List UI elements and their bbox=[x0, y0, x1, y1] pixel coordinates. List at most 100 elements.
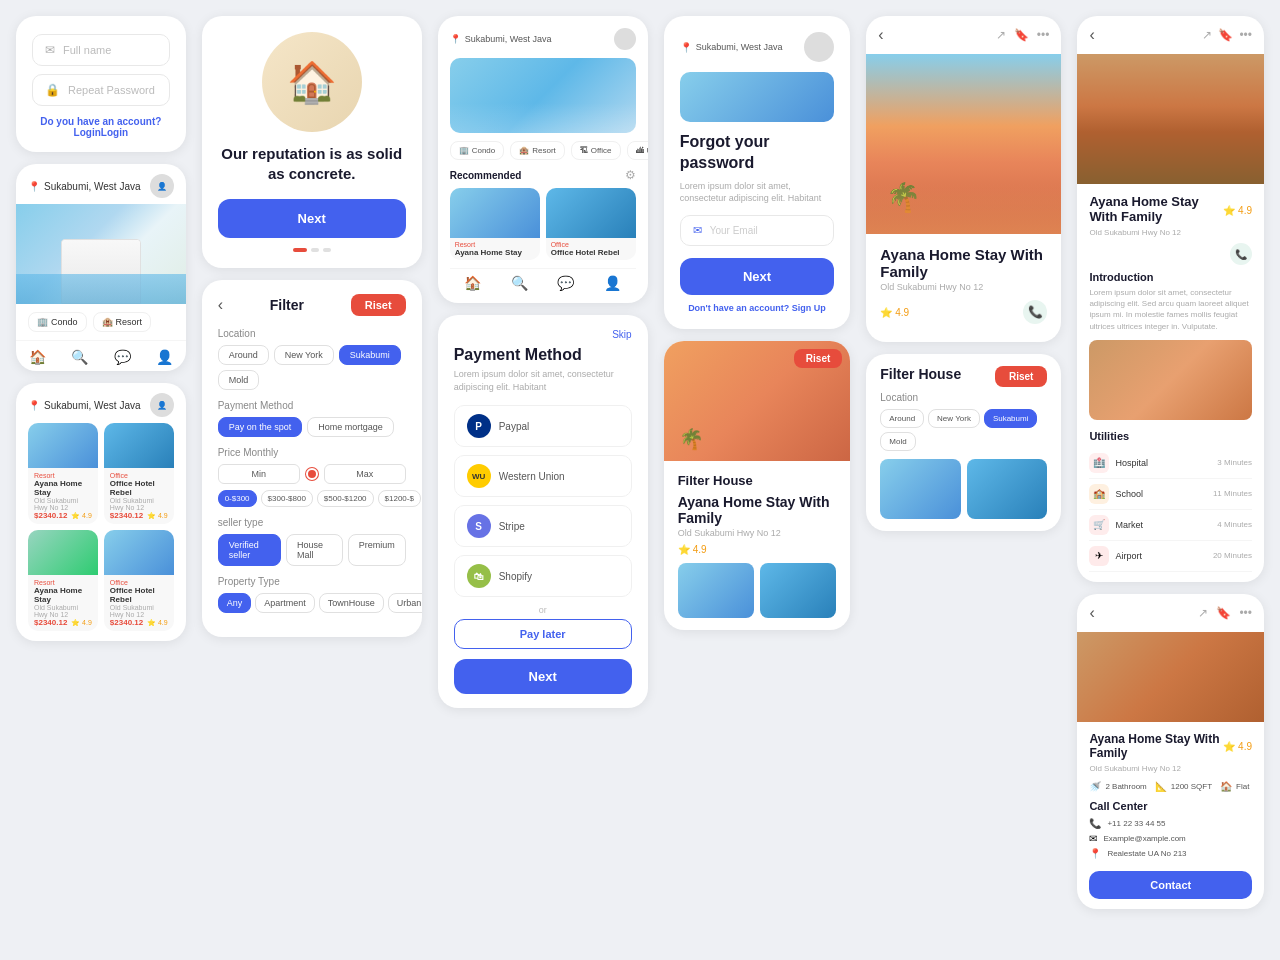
wu-option[interactable]: WU Western Union bbox=[454, 455, 632, 497]
bookmark-icon-2[interactable]: 🔖 bbox=[1216, 606, 1231, 620]
filter-house-button[interactable]: Riset bbox=[794, 349, 842, 368]
price-max-input[interactable]: Max bbox=[324, 464, 406, 484]
cat-office[interactable]: 🏗 Office bbox=[571, 141, 621, 160]
detail-name: Ayana Home Stay With Family bbox=[678, 494, 837, 526]
listing-type-1: Resort bbox=[34, 472, 92, 479]
payment-next-button[interactable]: Next bbox=[454, 659, 632, 694]
tag-any[interactable]: Any bbox=[218, 593, 252, 613]
rec-card-1[interactable]: Resort Ayana Home Stay bbox=[450, 188, 540, 260]
password-input[interactable]: 🔒 Repeat Password bbox=[32, 74, 170, 106]
search-nav-2[interactable]: 🔍 bbox=[511, 275, 528, 291]
location-2: 📍 Sukabumi, West Java bbox=[28, 400, 141, 411]
more-icon-3[interactable]: ••• bbox=[1239, 606, 1252, 620]
share-icon-2[interactable]: ↗ bbox=[1202, 28, 1212, 42]
airport-name: Airport bbox=[1115, 551, 1142, 561]
tag-housemall[interactable]: House Mall bbox=[286, 534, 343, 566]
search-nav-icon[interactable]: 🔍 bbox=[71, 349, 88, 365]
profile-nav-icon[interactable]: 👤 bbox=[156, 349, 173, 365]
paypal-option[interactable]: P Paypal bbox=[454, 405, 632, 447]
next-button[interactable]: Next bbox=[218, 199, 406, 238]
tag-premium[interactable]: Premium bbox=[348, 534, 406, 566]
tag-spot[interactable]: Pay on the spot bbox=[218, 417, 303, 437]
tag-mortgage[interactable]: Home mortgage bbox=[307, 417, 394, 437]
thumb-1[interactable] bbox=[678, 563, 754, 618]
chat-nav-icon[interactable]: 💬 bbox=[114, 349, 131, 365]
back-icon-2[interactable]: ‹ bbox=[878, 26, 883, 44]
fullname-input[interactable]: ✉ Full name bbox=[32, 34, 170, 66]
tag-mold[interactable]: Mold bbox=[218, 370, 260, 390]
thumb-2[interactable] bbox=[760, 563, 836, 618]
tag-apartment[interactable]: Apartment bbox=[255, 593, 315, 613]
listing-price-2: $2340.12 bbox=[110, 511, 143, 520]
seller-label: seller type bbox=[218, 517, 406, 528]
list-item[interactable]: Resort Ayana Home Stay Old Sukabumi Hwy … bbox=[28, 530, 98, 631]
detail3-name: Ayana Home Stay With Family bbox=[1089, 732, 1223, 760]
shopify-option[interactable]: 🛍 Shopify bbox=[454, 555, 632, 597]
email-input[interactable]: ✉ Your Email bbox=[680, 215, 835, 246]
back-icon-4[interactable]: ‹ bbox=[1089, 604, 1094, 622]
price-tag-2[interactable]: $300-$800 bbox=[261, 490, 313, 507]
address-row: 📍 Realestate UA No 213 bbox=[1089, 848, 1252, 859]
tag-townhouse[interactable]: TownHouse bbox=[319, 593, 384, 613]
rec-card-2[interactable]: Office Office Hotel Rebel bbox=[546, 188, 636, 260]
price-filter: Price Monthly Min Max 0-$300 $300-$800 $… bbox=[218, 447, 406, 507]
thumb-4[interactable] bbox=[967, 459, 1048, 519]
f2-mold[interactable]: Mold bbox=[880, 432, 915, 451]
tag-verified[interactable]: Verified seller bbox=[218, 534, 281, 566]
login-anchor[interactable]: Login bbox=[101, 127, 128, 138]
resort-pill[interactable]: 🏨 Resort bbox=[93, 312, 152, 332]
password-placeholder: Repeat Password bbox=[68, 84, 155, 96]
back-icon-3[interactable]: ‹ bbox=[1089, 26, 1094, 44]
cat-bottom-nav: 🏠 🔍 💬 👤 bbox=[450, 268, 636, 291]
list-item[interactable]: Office Office Hotel Rebel Old Sukabumi H… bbox=[104, 423, 174, 524]
price-tag-1[interactable]: 0-$300 bbox=[218, 490, 257, 507]
profile-nav-2[interactable]: 👤 bbox=[604, 275, 621, 291]
filter-house-label: Filter House bbox=[678, 473, 753, 488]
list-item[interactable]: Resort Ayana Home Stay Old Sukabumi Hwy … bbox=[28, 423, 98, 524]
cat-urban[interactable]: 🏙 Urban bbox=[627, 141, 648, 160]
forgot-next-button[interactable]: Next bbox=[680, 258, 835, 295]
home-nav-2[interactable]: 🏠 bbox=[464, 275, 481, 291]
phone-btn-2[interactable]: 📞 bbox=[1230, 243, 1252, 265]
cat-resort[interactable]: 🏨 Resort bbox=[510, 141, 565, 160]
more-icon[interactable]: ••• bbox=[1037, 28, 1050, 42]
contact-button[interactable]: Contact bbox=[1089, 871, 1252, 899]
tag-urban[interactable]: Urban bbox=[388, 593, 422, 613]
price-tag-4[interactable]: $1200-$ bbox=[378, 490, 421, 507]
listing-img-1 bbox=[28, 423, 98, 468]
share-icon[interactable]: ↗ bbox=[996, 28, 1006, 42]
condo-pill[interactable]: 🏢 Condo bbox=[28, 312, 87, 332]
price-min-input[interactable]: Min bbox=[218, 464, 300, 484]
price-tag-3[interactable]: $500-$1200 bbox=[317, 490, 374, 507]
chat-nav-2[interactable]: 💬 bbox=[557, 275, 574, 291]
hospital-name: Hospital bbox=[1115, 458, 1148, 468]
home-nav-icon[interactable]: 🏠 bbox=[29, 349, 46, 365]
tag-sukabumi[interactable]: Sukabumi bbox=[339, 345, 401, 365]
pay-later-button[interactable]: Pay later bbox=[454, 619, 632, 649]
stripe-option[interactable]: S Stripe bbox=[454, 505, 632, 547]
list-item[interactable]: Office Office Hotel Rebel Old Sukabumi H… bbox=[104, 530, 174, 631]
signup-anchor[interactable]: Sign Up bbox=[792, 303, 826, 313]
cat-condo[interactable]: 🏢 Condo bbox=[450, 141, 505, 160]
back-icon[interactable]: ‹ bbox=[218, 296, 223, 314]
tag-around[interactable]: Around bbox=[218, 345, 269, 365]
more-icon-2[interactable]: ••• bbox=[1239, 28, 1252, 42]
bookmark-icon[interactable]: 🔖 bbox=[1014, 28, 1029, 42]
reset-button-2[interactable]: Riset bbox=[995, 366, 1047, 387]
skip-button[interactable]: Skip bbox=[454, 329, 632, 340]
thumb-3[interactable] bbox=[880, 459, 961, 519]
f2-newyork[interactable]: New York bbox=[928, 409, 980, 428]
share-icon-3[interactable]: ↗ bbox=[1198, 606, 1208, 620]
filter-icon[interactable]: ⚙ bbox=[625, 168, 636, 182]
f2-sukabumi[interactable]: Sukabumi bbox=[984, 409, 1038, 428]
resort-icon-2: 🏨 bbox=[519, 146, 529, 155]
auth-card: ✉ Full name 🔒 Repeat Password Do you hav… bbox=[16, 16, 186, 152]
listing-name-4: Office Hotel Rebel bbox=[110, 586, 168, 604]
reset-button[interactable]: Riset bbox=[351, 294, 406, 316]
f2-around[interactable]: Around bbox=[880, 409, 924, 428]
home-header: 📍 Sukabumi, West Java 👤 bbox=[16, 164, 186, 204]
house-thumbnails-2 bbox=[880, 459, 1047, 519]
tag-newyork[interactable]: New York bbox=[274, 345, 334, 365]
saved-icon[interactable]: 🔖 bbox=[1218, 28, 1233, 42]
phone-button[interactable]: 📞 bbox=[1023, 300, 1047, 324]
